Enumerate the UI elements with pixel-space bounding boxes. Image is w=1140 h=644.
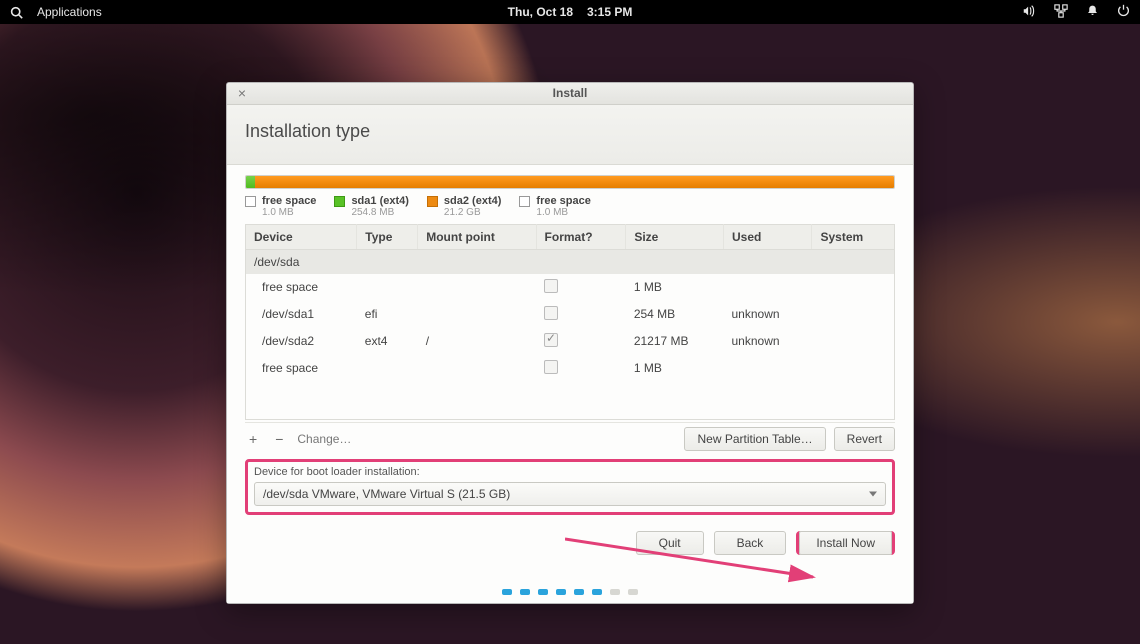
step-dot [574, 589, 584, 595]
legend-item: free space1.0 MB [245, 195, 316, 218]
titlebar: × Install [227, 83, 913, 105]
col-used[interactable]: Used [724, 224, 812, 249]
boot-device-label: Device for boot loader installation: [254, 466, 886, 478]
table-row[interactable]: /dev/sda2 ext4 / 21217 MB unknown [246, 328, 895, 355]
change-partition-button[interactable]: Change… [297, 432, 351, 446]
partition-toolbar: + − Change… New Partition Table… Revert [245, 422, 895, 451]
step-dot [502, 589, 512, 595]
format-checkbox[interactable] [544, 333, 558, 347]
col-size[interactable]: Size [626, 224, 724, 249]
col-type[interactable]: Type [357, 224, 418, 249]
progress-steps [245, 589, 895, 595]
page-title: Installation type [245, 121, 895, 142]
applications-menu[interactable]: Applications [37, 5, 102, 19]
format-checkbox[interactable] [544, 360, 558, 374]
back-button[interactable]: Back [714, 531, 787, 555]
step-dot [520, 589, 530, 595]
partition-legend: free space1.0 MB sda1 (ext4)254.8 MB sda… [245, 195, 895, 218]
power-icon[interactable] [1117, 4, 1130, 20]
table-row[interactable]: free space 1 MB [246, 355, 895, 382]
header: Installation type [227, 105, 913, 165]
legend-item: sda1 (ext4)254.8 MB [334, 195, 408, 218]
table-row[interactable]: /dev/sda1 efi 254 MB unknown [246, 301, 895, 328]
swatch-icon [245, 196, 256, 207]
top-bar: Applications Thu, Oct 18 3:15 PM [0, 0, 1140, 24]
step-dot [592, 589, 602, 595]
legend-item: free space1.0 MB [519, 195, 590, 218]
window-title: Install [227, 86, 913, 100]
installer-window: × Install Installation type free space1.… [226, 82, 914, 604]
quit-button[interactable]: Quit [636, 531, 704, 555]
wizard-actions: Quit Back Install Now [245, 531, 895, 555]
notifications-icon[interactable] [1086, 4, 1099, 20]
col-format[interactable]: Format? [536, 224, 626, 249]
table-row[interactable]: free space 1 MB [246, 274, 895, 301]
partition-seg-sda2 [255, 176, 894, 188]
revert-button[interactable]: Revert [834, 427, 895, 451]
disk-row[interactable]: /dev/sda [246, 249, 895, 274]
step-dot [610, 589, 620, 595]
step-dot [538, 589, 548, 595]
col-device[interactable]: Device [246, 224, 357, 249]
remove-partition-button[interactable]: − [271, 431, 287, 447]
col-system[interactable]: System [812, 224, 895, 249]
clock-date[interactable]: Thu, Oct 18 [508, 5, 573, 19]
boot-device-select[interactable]: /dev/sda VMware, VMware Virtual S (21.5 … [254, 482, 886, 506]
volume-icon[interactable] [1022, 4, 1036, 21]
format-checkbox[interactable] [544, 306, 558, 320]
partition-bar [245, 175, 895, 189]
close-icon[interactable]: × [231, 85, 253, 101]
format-checkbox[interactable] [544, 279, 558, 293]
step-dot [556, 589, 566, 595]
legend-item: sda2 (ext4)21.2 GB [427, 195, 501, 218]
new-partition-table-button[interactable]: New Partition Table… [684, 427, 825, 451]
add-partition-button[interactable]: + [245, 431, 261, 447]
partition-seg-sda1 [246, 176, 255, 188]
swatch-icon [519, 196, 530, 207]
col-mount[interactable]: Mount point [418, 224, 536, 249]
boot-device-highlight: Device for boot loader installation: /de… [245, 459, 895, 515]
install-now-highlight: Install Now [796, 531, 895, 555]
network-icon[interactable] [1054, 4, 1068, 21]
partition-table[interactable]: Device Type Mount point Format? Size Use… [245, 224, 895, 421]
step-dot [628, 589, 638, 595]
swatch-icon [427, 196, 438, 207]
search-icon[interactable] [10, 6, 23, 19]
swatch-icon [334, 196, 345, 207]
install-now-button[interactable]: Install Now [799, 531, 892, 555]
clock-time[interactable]: 3:15 PM [587, 5, 632, 19]
